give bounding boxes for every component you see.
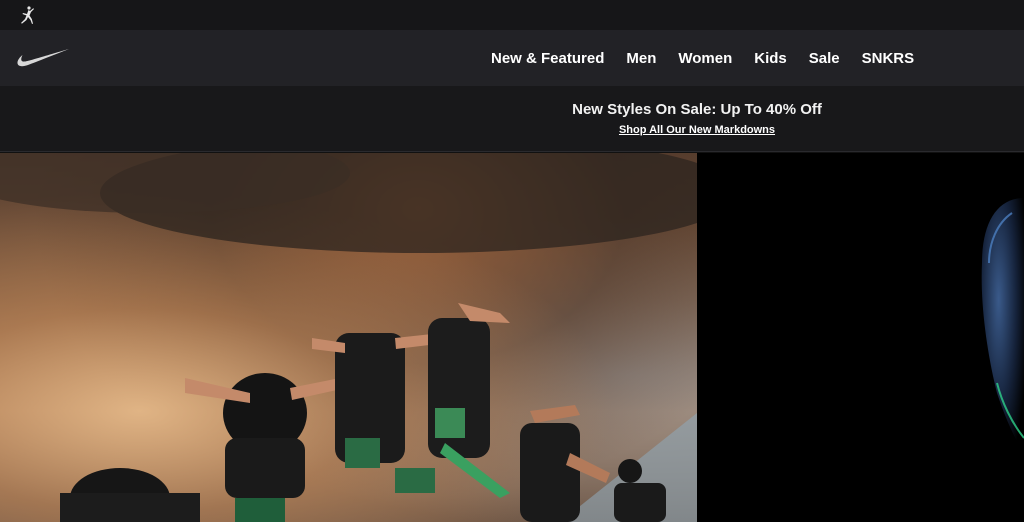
secondary-hero-illustration: [981, 198, 1024, 453]
promo-banner: New Styles On Sale: Up To 40% Off Shop A…: [0, 86, 1024, 152]
promo-content: New Styles On Sale: Up To 40% Off Shop A…: [497, 86, 897, 152]
jumping-figure: [428, 303, 510, 498]
nav-link-sale[interactable]: Sale: [809, 50, 840, 67]
nav-link-women[interactable]: Women: [678, 50, 732, 67]
nav-link-new-featured[interactable]: New & Featured: [491, 50, 604, 67]
promo-shop-link[interactable]: Shop All Our New Markdowns: [619, 124, 775, 136]
nav-link-men[interactable]: Men: [626, 50, 656, 67]
nav-links: New & Featured Men Women Kids Sale SNKRS: [480, 30, 925, 86]
nav-link-snkrs[interactable]: SNKRS: [862, 50, 915, 67]
jordan-jumpman-icon[interactable]: [18, 5, 38, 25]
jumping-figure: [60, 468, 200, 522]
nike-swoosh-icon[interactable]: [16, 47, 70, 69]
hero-illustration: [0, 153, 697, 522]
hero-image[interactable]: [0, 153, 697, 522]
brand-top-bar: [0, 0, 1024, 30]
main-navigation: New & Featured Men Women Kids Sale SNKRS: [0, 30, 1024, 86]
promo-headline: New Styles On Sale: Up To 40% Off: [572, 101, 822, 118]
nav-link-kids[interactable]: Kids: [754, 50, 787, 67]
secondary-hero-image[interactable]: [697, 153, 1024, 522]
